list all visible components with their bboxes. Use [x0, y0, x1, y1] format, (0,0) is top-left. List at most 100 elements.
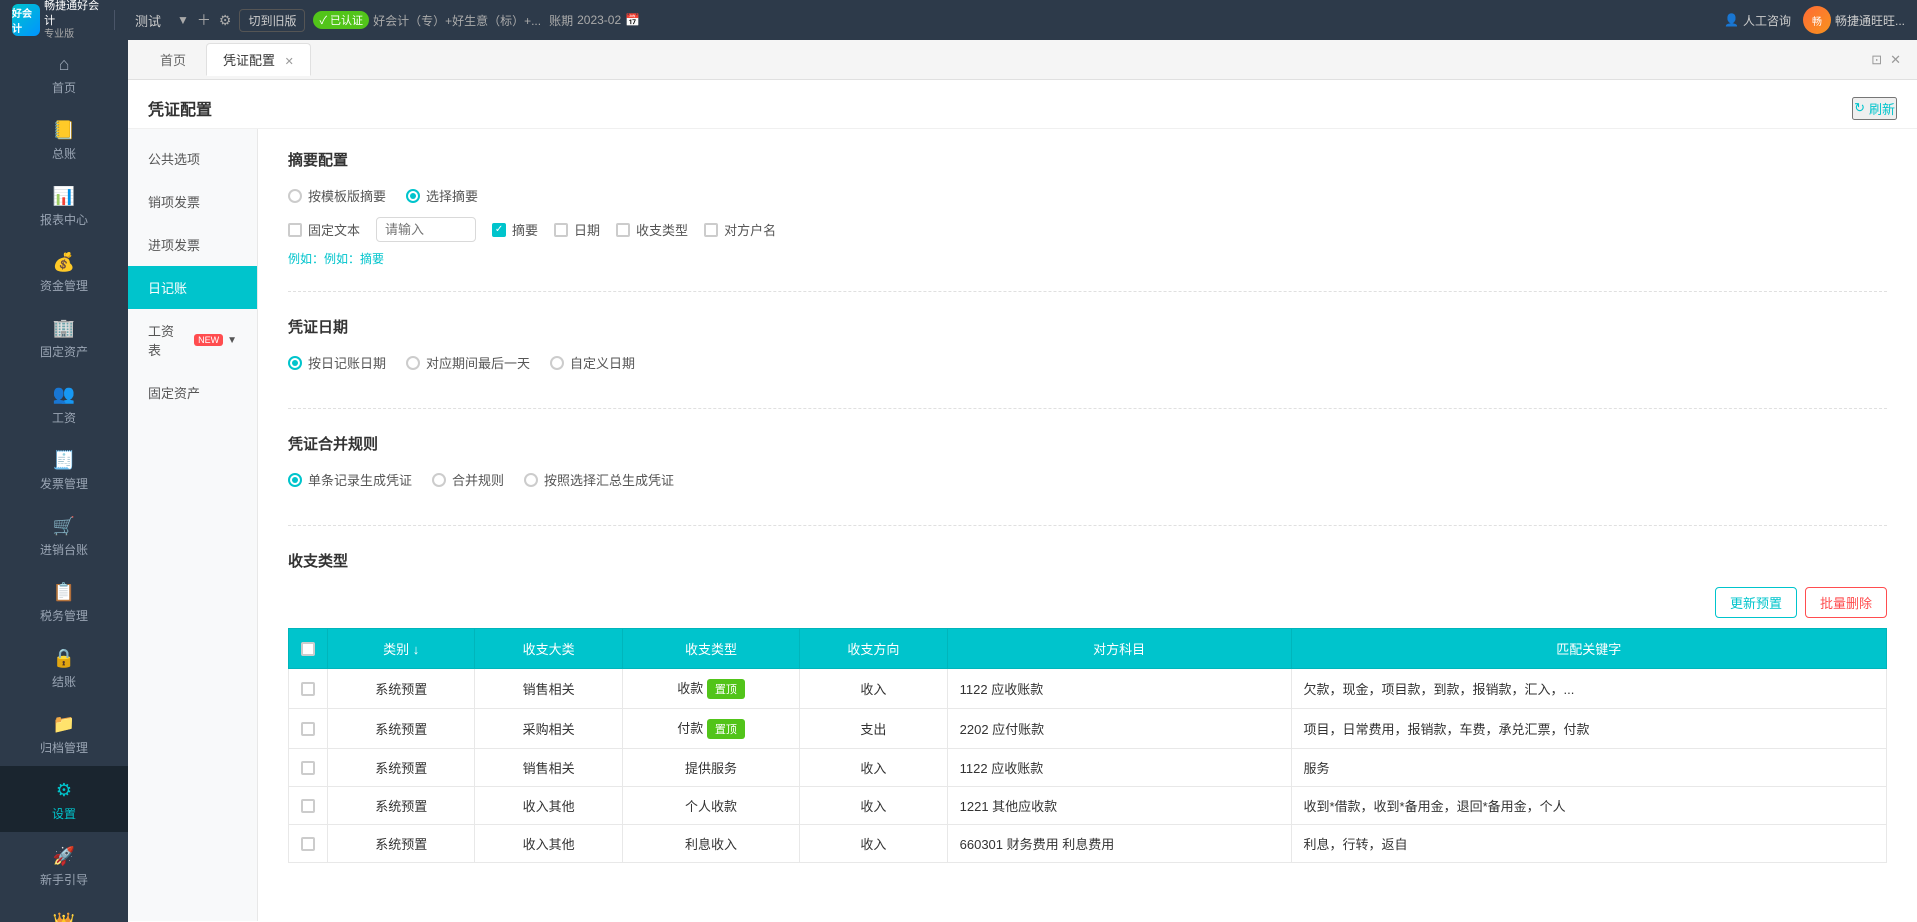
sidebar-item-ledger[interactable]: 📒 总账	[0, 106, 128, 172]
income-expense-section: 收支类型 更新预置 批量删除 类别 ↓	[288, 550, 1887, 887]
config-sidebar-purchase[interactable]: 进项发票	[128, 223, 257, 266]
row-category-4: 系统预置	[328, 825, 475, 863]
refresh-button[interactable]: ↻ 刷新	[1852, 97, 1897, 120]
calendar-icon[interactable]: 📅	[625, 13, 640, 27]
batch-delete-button[interactable]: 批量删除	[1805, 587, 1887, 618]
radio-circle-period-last	[406, 356, 420, 370]
row-main-type-4: 收入其他	[475, 825, 622, 863]
fixed-text-input[interactable]	[376, 217, 476, 242]
row-sub-type-2: 提供服务	[622, 749, 799, 787]
radio-merge-rule[interactable]: 合并规则	[432, 470, 504, 489]
config-sidebar-public[interactable]: 公共选项	[128, 137, 257, 180]
user-avatar: 畅	[1803, 6, 1831, 34]
tab-voucher-config[interactable]: 凭证配置 ✕	[206, 43, 311, 76]
content-area: 首页 凭证配置 ✕ ⊡ ✕ 凭证配置 ↻ 刷新	[128, 40, 1917, 922]
checkbox-summary[interactable]: ✓ 摘要	[492, 220, 538, 239]
th-select-all[interactable]	[289, 629, 328, 669]
invoices-icon: 🧾	[53, 450, 75, 471]
table-actions: 更新预置 批量删除	[288, 587, 1887, 618]
row-checkbox-cell-0[interactable]	[289, 669, 328, 709]
tab-close-window-icon[interactable]: ✕	[1890, 52, 1901, 68]
config-sidebar-sales[interactable]: 销项发票	[128, 180, 257, 223]
config-sidebar-payroll[interactable]: 工资表 NEW ▼	[128, 309, 257, 371]
settings-icon[interactable]: ⚙	[219, 12, 232, 29]
sidebar-item-payroll[interactable]: 👥 工资	[0, 370, 128, 436]
sidebar-item-funds[interactable]: 💰 资金管理	[0, 238, 128, 304]
row-main-type-2: 销售相关	[475, 749, 622, 787]
row-checkbox-cell-3[interactable]	[289, 787, 328, 825]
config-layout: 公共选项 销项发票 进项发票 日记账 工资表 NEW ▼	[128, 129, 1917, 921]
radio-journal-date[interactable]: 按日记账日期	[288, 353, 386, 372]
summary-checkbox-group: 固定文本 ✓ 摘要 日期	[288, 217, 1887, 242]
period-value: 2023-02	[577, 13, 621, 27]
payroll-icon: 👥	[53, 384, 75, 405]
sidebar-item-archive[interactable]: 📁 归档管理	[0, 700, 128, 766]
checkbox-date[interactable]: 日期	[554, 220, 600, 239]
support-icon: 👤	[1724, 13, 1739, 27]
row-checkbox-cell-2[interactable]	[289, 749, 328, 787]
radio-circle-select	[406, 189, 420, 203]
sidebar-item-assets[interactable]: 🏢 固定资产	[0, 304, 128, 370]
sidebar-item-invoices[interactable]: 🧾 发票管理	[0, 436, 128, 502]
payroll-arrow-icon: ▼	[227, 335, 237, 346]
switch-version-button[interactable]: 切到旧版	[239, 9, 305, 32]
edition-label: 好会计（专）+好生意（标）+...	[373, 12, 541, 29]
row-account-4: 660301 财务费用 利息费用	[947, 825, 1291, 863]
row-direction-3: 收入	[800, 787, 947, 825]
refresh-icon: ↻	[1854, 100, 1865, 116]
add-icon[interactable]: ＋	[197, 10, 211, 30]
checkbox-box-fixed-text	[288, 223, 302, 237]
checkbox-counterpart-name[interactable]: 对方户名	[704, 220, 776, 239]
new-badge: NEW	[194, 334, 223, 346]
radio-aggregate[interactable]: 按照选择汇总生成凭证	[524, 470, 674, 489]
row-checkbox-1[interactable]	[301, 722, 315, 736]
support-link[interactable]: 👤 人工咨询	[1724, 12, 1791, 29]
checkbox-box-date	[554, 223, 568, 237]
user-area[interactable]: 畅 畅捷通旺旺...	[1803, 6, 1905, 34]
badges-area: ✓ 已认证 好会计（专）+好生意（标）+...	[313, 11, 541, 29]
radio-period-last[interactable]: 对应期间最后一天	[406, 353, 530, 372]
tab-home[interactable]: 首页	[144, 44, 202, 75]
row-checkbox-3[interactable]	[301, 799, 315, 813]
radio-custom-date[interactable]: 自定义日期	[550, 353, 635, 372]
radio-template-summary[interactable]: 按模板版摘要	[288, 186, 386, 205]
sidebar-item-guide[interactable]: 🚀 新手引导	[0, 832, 128, 898]
row-keywords-1: 项目，日常费用，报销款，车费，承兑汇票，付款	[1291, 709, 1887, 749]
main-layout: ⌂ 首页 📒 总账 📊 报表中心 💰 资金管理 🏢 固定资产 👥 工资 🧾 发票…	[0, 40, 1917, 922]
row-checkbox-2[interactable]	[301, 761, 315, 775]
sidebar-item-tax[interactable]: 📋 税务管理	[0, 568, 128, 634]
row-category-1: 系统预置	[328, 709, 475, 749]
table-row: 系统预置 销售相关 收款 置顶 收入 1122 应收账款 欠款，现金，项目款，到…	[289, 669, 1887, 709]
radio-select-summary[interactable]: 选择摘要	[406, 186, 478, 205]
select-all-checkbox[interactable]	[301, 642, 315, 656]
ledger-icon: 📒	[53, 120, 75, 141]
config-sidebar-journal[interactable]: 日记账	[128, 266, 257, 309]
sidebar-item-home[interactable]: ⌂ 首页	[0, 40, 128, 106]
tab-close-icon[interactable]: ✕	[285, 56, 294, 68]
checkbox-income-type[interactable]: 收支类型	[616, 220, 688, 239]
sidebar-item-member[interactable]: 👑 畅会员	[0, 898, 128, 922]
sidebar-item-settings[interactable]: ⚙ 设置	[0, 766, 128, 832]
period-label: 账期	[549, 12, 573, 29]
example-text: 例如：例如：摘要	[288, 250, 1887, 267]
checkbox-fixed-text[interactable]: 固定文本	[288, 220, 360, 239]
update-preset-button[interactable]: 更新预置	[1715, 587, 1797, 618]
tag-btn-0[interactable]: 置顶	[707, 679, 745, 699]
row-checkbox-cell-4[interactable]	[289, 825, 328, 863]
config-sidebar-fixed-assets[interactable]: 固定资产	[128, 371, 257, 414]
row-checkbox-0[interactable]	[301, 682, 315, 696]
top-bar: 好会计 畅捷通好会计 专业版 测试 ▼ ＋ ⚙ 切到旧版 ✓ 已认证 好会计（专…	[0, 0, 1917, 40]
radio-single-record[interactable]: 单条记录生成凭证	[288, 470, 412, 489]
tab-dropdown-arrow[interactable]: ▼	[177, 13, 189, 27]
sidebar-item-reports[interactable]: 📊 报表中心	[0, 172, 128, 238]
table-row: 系统预置 收入其他 个人收款 收入 1221 其他应收款 收到*借款，收到*备用…	[289, 787, 1887, 825]
sidebar-item-closing[interactable]: 🔒 结账	[0, 634, 128, 700]
tag-btn-1[interactable]: 置顶	[707, 719, 745, 739]
sidebar-item-purchase[interactable]: 🛒 进销台账	[0, 502, 128, 568]
tab-restore-icon[interactable]: ⊡	[1871, 52, 1882, 68]
purchase-icon: 🛒	[53, 516, 75, 537]
row-checkbox-cell-1[interactable]	[289, 709, 328, 749]
row-category-3: 系统预置	[328, 787, 475, 825]
logo: 好会计 畅捷通好会计 专业版	[12, 0, 102, 41]
row-checkbox-4[interactable]	[301, 837, 315, 851]
